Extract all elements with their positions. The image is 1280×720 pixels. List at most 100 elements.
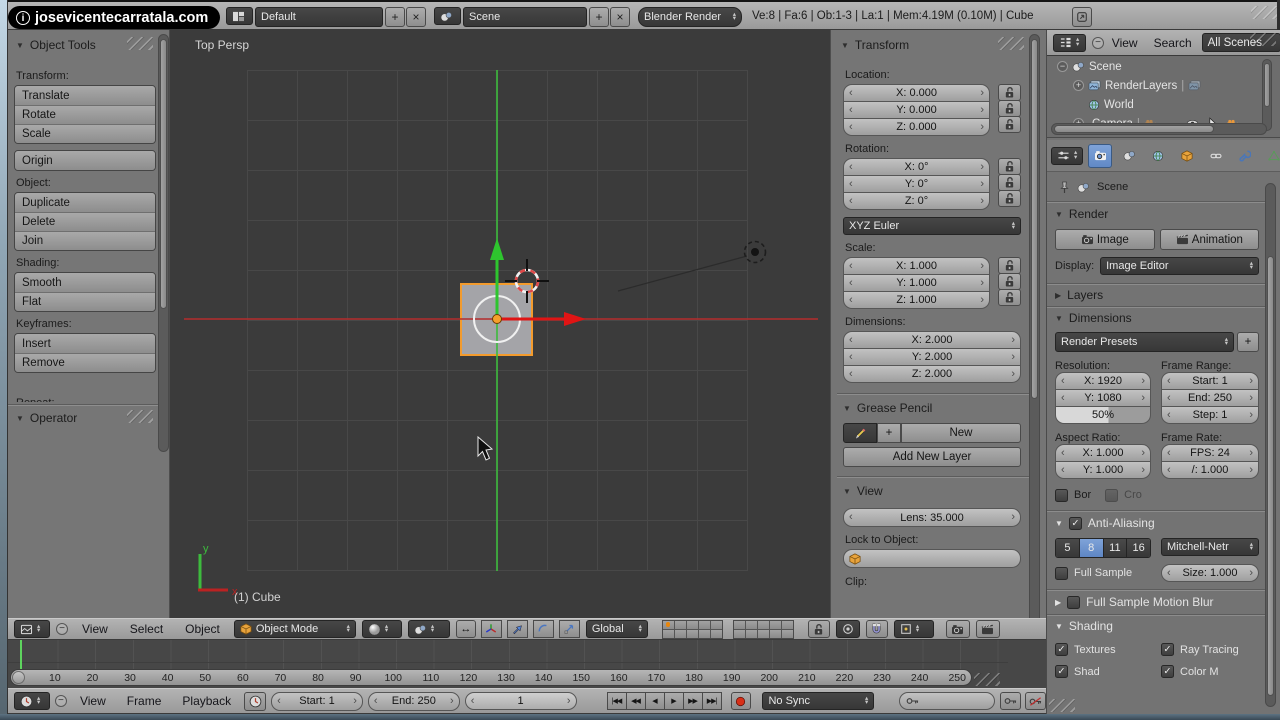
full-sample-checkbox[interactable] bbox=[1055, 566, 1068, 580]
render-presets-select[interactable]: Render Presets ▴ ▾ bbox=[1055, 332, 1234, 352]
increment-arrow[interactable]: › bbox=[980, 160, 984, 174]
editor-type-button[interactable]: ▴ ▾ bbox=[1051, 146, 1084, 165]
tool-button-rotate[interactable]: Rotate bbox=[15, 105, 155, 124]
render-image-button[interactable]: Image bbox=[1055, 229, 1155, 250]
scale-y[interactable]: ‹ Y: 1.000 › bbox=[843, 274, 990, 292]
aa-sample-11[interactable]: 11 bbox=[1102, 539, 1127, 557]
resolution-percentage[interactable]: 50% bbox=[1055, 406, 1151, 424]
delete-keyframe-button[interactable] bbox=[1025, 692, 1047, 710]
scrollbar-thumb[interactable] bbox=[1054, 125, 1214, 133]
n-panel-scrollbar[interactable] bbox=[1029, 34, 1040, 618]
increment-arrow[interactable]: › bbox=[1249, 391, 1253, 405]
viewport-shading-select[interactable]: ▴ ▾ bbox=[361, 620, 402, 638]
grease-pencil-draw-button[interactable] bbox=[843, 423, 877, 443]
layer-cell[interactable] bbox=[674, 620, 686, 629]
decrement-arrow[interactable]: ‹ bbox=[1167, 446, 1171, 460]
increment-arrow[interactable]: › bbox=[1011, 333, 1015, 347]
grease-pencil-plus-button[interactable]: + bbox=[877, 423, 901, 443]
layer-cell[interactable] bbox=[662, 629, 674, 638]
dimensions-x[interactable]: ‹ X: 2.000 › bbox=[843, 331, 1021, 349]
increment-arrow[interactable]: › bbox=[1011, 510, 1015, 524]
increment-arrow[interactable]: › bbox=[450, 694, 454, 708]
timeline-ruler[interactable]: 10 20 30 40 50 60 70 80 90 100 110 120 130 140 150 160 1… bbox=[10, 669, 972, 686]
anti-aliasing-panel-header-checkbox[interactable]: ✓ bbox=[1068, 516, 1082, 530]
layer-cell[interactable] bbox=[698, 629, 710, 638]
rotation-lock-x[interactable] bbox=[998, 158, 1021, 175]
layer-cell[interactable] bbox=[733, 620, 745, 629]
increment-arrow[interactable]: › bbox=[353, 694, 357, 708]
tab-object[interactable] bbox=[1175, 144, 1199, 168]
pivot-point-select[interactable]: ▴ ▾ bbox=[407, 620, 450, 638]
decrement-arrow[interactable]: ‹ bbox=[1061, 446, 1065, 460]
rotation-x[interactable]: ‹ X: 0° › bbox=[843, 158, 990, 176]
current-frame-field[interactable]: ‹ 1 › bbox=[464, 692, 577, 710]
outliner-item-world[interactable]: World bbox=[1053, 95, 1263, 114]
menu-view[interactable]: View bbox=[74, 622, 116, 636]
layer-cell[interactable] bbox=[662, 620, 674, 629]
layers-widget-1[interactable] bbox=[661, 619, 723, 639]
fps[interactable]: ‹ FPS: 24 › bbox=[1161, 444, 1259, 462]
location-lock-x[interactable] bbox=[998, 84, 1021, 101]
scrollbar-thumb[interactable] bbox=[1264, 63, 1270, 107]
decrement-arrow[interactable]: ‹ bbox=[849, 367, 853, 381]
decrement-arrow[interactable]: ‹ bbox=[1061, 374, 1065, 388]
aspect-y[interactable]: ‹ Y: 1.000 › bbox=[1055, 461, 1151, 479]
increment-arrow[interactable]: › bbox=[1011, 367, 1015, 381]
layout-add-button[interactable]: + bbox=[385, 7, 405, 27]
scale-manipulator-button[interactable] bbox=[558, 620, 580, 638]
layer-cell[interactable] bbox=[686, 629, 698, 638]
lock-to-object-field[interactable] bbox=[843, 549, 1021, 568]
editor-type-button[interactable]: ▴ ▾ bbox=[1053, 33, 1087, 52]
layer-cell[interactable] bbox=[710, 629, 722, 638]
jump-to-start-button[interactable]: |◀◀ bbox=[606, 692, 627, 710]
aa-size[interactable]: ‹ Size: 1.000 › bbox=[1161, 564, 1259, 582]
resolution-x[interactable]: ‹ X: 1920 › bbox=[1055, 372, 1151, 390]
increment-arrow[interactable]: › bbox=[567, 694, 571, 708]
menu-view[interactable]: View bbox=[72, 694, 114, 708]
increment-arrow[interactable]: › bbox=[1141, 446, 1145, 460]
layer-cell[interactable] bbox=[757, 629, 769, 638]
layer-cell[interactable] bbox=[698, 620, 710, 629]
layer-cell[interactable] bbox=[781, 629, 793, 638]
dimensions-z[interactable]: ‹ Z: 2.000 › bbox=[843, 365, 1021, 383]
translate-manipulator-button[interactable] bbox=[506, 620, 528, 638]
add-new-layer-button[interactable]: Add New Layer bbox=[843, 447, 1021, 467]
manipulator-toggle[interactable] bbox=[480, 620, 502, 638]
object-origin-dot[interactable] bbox=[492, 314, 502, 324]
increment-arrow[interactable]: › bbox=[1249, 374, 1253, 388]
previous-keyframe-button[interactable]: ◀◀ bbox=[625, 692, 646, 710]
dimensions-panel-header[interactable]: ▼ Dimensions bbox=[1055, 311, 1259, 325]
increment-arrow[interactable]: › bbox=[1141, 391, 1145, 405]
grease-pencil-new-button[interactable]: New bbox=[901, 423, 1021, 443]
decrement-arrow[interactable]: ‹ bbox=[374, 694, 378, 708]
viewport-3d[interactable]: y x Top Persp (1) Cube bbox=[170, 30, 830, 618]
pin-icon[interactable] bbox=[1059, 181, 1070, 194]
screen-layout-icon-button[interactable] bbox=[226, 7, 253, 25]
decrement-arrow[interactable]: ‹ bbox=[849, 160, 853, 174]
increment-arrow[interactable]: › bbox=[980, 259, 984, 273]
shading-panel-header[interactable]: ▼ Shading bbox=[1055, 619, 1259, 633]
opengl-render-button[interactable] bbox=[945, 620, 970, 638]
area-corner-grip[interactable] bbox=[1251, 6, 1277, 19]
window-fullscreen-button[interactable] bbox=[1072, 7, 1092, 27]
lamp-object[interactable] bbox=[743, 240, 767, 264]
tree-toggle-collapse[interactable]: − bbox=[1057, 61, 1068, 72]
ray-tracing-checkbox[interactable]: ✓ bbox=[1161, 643, 1174, 656]
rotation-lock-y[interactable] bbox=[998, 174, 1021, 191]
rotation-lock-z[interactable] bbox=[998, 190, 1021, 207]
scale-z[interactable]: ‹ Z: 1.000 › bbox=[843, 291, 990, 309]
collapse-menus-button[interactable]: − bbox=[56, 623, 68, 635]
collapse-menus-button[interactable]: − bbox=[1092, 36, 1104, 49]
menu-frame[interactable]: Frame bbox=[119, 694, 170, 708]
layer-cell[interactable] bbox=[686, 620, 698, 629]
location-lock-z[interactable] bbox=[998, 116, 1021, 133]
render-engine-select[interactable]: Blender Render ▴ ▾ bbox=[638, 7, 742, 27]
frame-step[interactable]: ‹ Step: 1 › bbox=[1161, 406, 1259, 424]
view-panel-header[interactable]: ▼ View bbox=[843, 484, 1021, 498]
decrement-arrow[interactable]: ‹ bbox=[849, 293, 853, 307]
area-corner-grip[interactable] bbox=[1250, 33, 1276, 46]
timeline[interactable]: 10 20 30 40 50 60 70 80 90 100 110 120 130 140 150 160 1… bbox=[8, 640, 1046, 688]
menu-select[interactable]: Select bbox=[122, 622, 171, 636]
editor-type-button[interactable]: ▴ ▾ bbox=[14, 620, 50, 638]
area-corner-grip[interactable] bbox=[1049, 699, 1075, 712]
